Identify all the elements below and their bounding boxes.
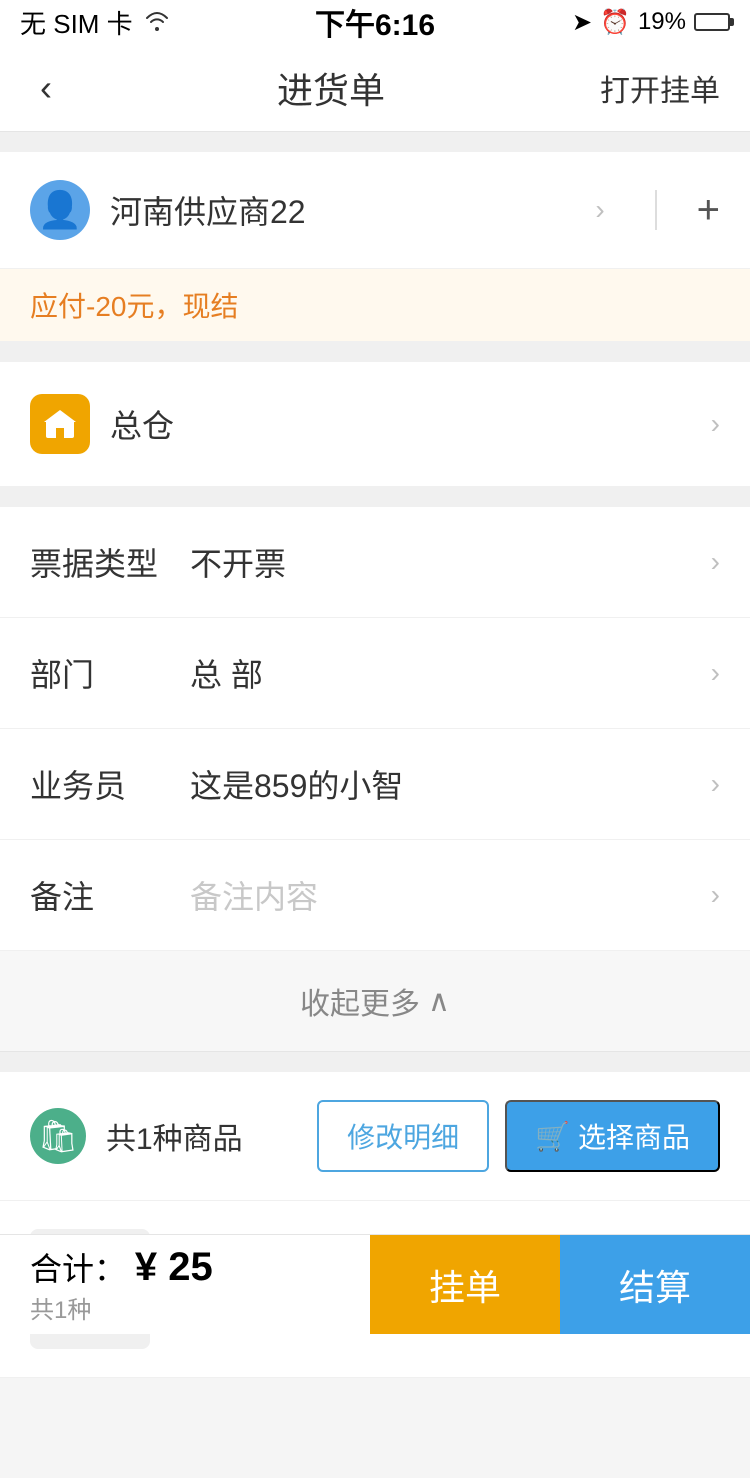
salesperson-value: 这是859的小智: [190, 761, 711, 807]
carrier-label: 无 SIM 卡: [20, 4, 133, 41]
nav-bar: ‹ 进货单 打开挂单: [0, 44, 750, 132]
collapse-row[interactable]: 收起更多 ∧: [0, 951, 750, 1052]
avatar-icon: 👤: [38, 189, 83, 231]
supplier-chevron-icon: ›: [595, 194, 604, 226]
status-bar: 无 SIM 卡 下午6:16 ➤ ⏰ 19%: [0, 0, 750, 44]
notice-bar: 应付-20元，现结: [0, 269, 750, 342]
suspend-label: 挂单: [429, 1259, 501, 1311]
invoice-type-chevron-icon: ›: [711, 546, 720, 578]
warehouse-label: 总仓: [110, 401, 711, 447]
total-label: 合计：: [30, 1251, 126, 1287]
department-label: 部门: [30, 650, 170, 696]
location-icon: ➤: [572, 8, 592, 37]
warehouse-row[interactable]: 总仓 ›: [0, 362, 750, 487]
status-time: 下午6:16: [315, 0, 435, 44]
warehouse-icon-bg: [30, 394, 90, 454]
select-product-icon: 🛒: [535, 1120, 570, 1153]
section-divider-3: [0, 487, 750, 507]
invoice-type-row[interactable]: 票据类型 不开票 ›: [0, 507, 750, 618]
warehouse-chevron-icon: ›: [711, 408, 720, 440]
status-left: 无 SIM 卡: [20, 4, 171, 41]
select-product-button[interactable]: 🛒 选择商品: [505, 1100, 720, 1172]
product-header-icon-bg: 🛍: [30, 1108, 86, 1164]
total-amount: ¥ 25: [135, 1245, 213, 1289]
add-supplier-button[interactable]: +: [697, 188, 720, 233]
supplier-name: 河南供应商22: [110, 187, 595, 233]
salesperson-row[interactable]: 业务员 这是859的小智 ›: [0, 729, 750, 840]
department-value: 总 部: [190, 650, 711, 696]
collapse-up-icon: ∧: [428, 984, 450, 1019]
select-product-label: 选择商品: [578, 1116, 690, 1156]
checkout-button[interactable]: 结算: [560, 1235, 750, 1334]
total-row: 合计： ¥ 25: [30, 1244, 340, 1290]
salesperson-label: 业务员: [30, 761, 170, 807]
remark-placeholder: 备注内容: [190, 872, 711, 918]
warehouse-icon: [42, 406, 78, 442]
invoice-type-label: 票据类型: [30, 539, 170, 585]
status-right: ➤ ⏰ 19%: [572, 8, 730, 37]
bottom-bar: 合计： ¥ 25 共1种 挂单 结算: [0, 1234, 750, 1334]
remark-chevron-icon: ›: [711, 879, 720, 911]
total-count: 共1种: [30, 1290, 340, 1325]
department-row[interactable]: 部门 总 部 ›: [0, 618, 750, 729]
remark-label: 备注: [30, 872, 170, 918]
salesperson-chevron-icon: ›: [711, 768, 720, 800]
battery-icon: [694, 13, 730, 31]
product-header: 🛍 共1种商品 修改明细 🛒 选择商品: [0, 1072, 750, 1201]
alarm-icon: ⏰: [600, 8, 630, 37]
remark-row[interactable]: 备注 备注内容 ›: [0, 840, 750, 951]
wifi-icon: [143, 7, 171, 38]
supplier-section[interactable]: 👤 河南供应商22 › +: [0, 152, 750, 269]
bottom-total: 合计： ¥ 25 共1种: [0, 1244, 370, 1325]
section-divider-4: [0, 1052, 750, 1072]
section-divider-2: [0, 342, 750, 362]
back-button[interactable]: ‹: [30, 57, 62, 119]
warehouse-section: 总仓 ›: [0, 362, 750, 487]
invoice-type-value: 不开票: [190, 539, 711, 585]
page-title: 进货单: [277, 62, 385, 114]
cart-icon: 🛍: [38, 1117, 79, 1155]
section-divider-1: [0, 132, 750, 152]
product-count-label: 共1种商品: [106, 1114, 317, 1158]
collapse-label: 收起更多: [300, 979, 420, 1023]
battery-label: 19%: [638, 8, 686, 36]
modify-detail-button[interactable]: 修改明细: [317, 1100, 489, 1172]
form-section: 票据类型 不开票 › 部门 总 部 › 业务员 这是859的小智 › 备注 备注…: [0, 507, 750, 951]
open-pending-button[interactable]: 打开挂单: [600, 66, 720, 110]
suspend-button[interactable]: 挂单: [370, 1235, 560, 1334]
supplier-divider: [655, 190, 657, 230]
notice-text: 应付-20元，现结: [30, 291, 238, 322]
checkout-label: 结算: [619, 1259, 691, 1311]
supplier-avatar: 👤: [30, 180, 90, 240]
department-chevron-icon: ›: [711, 657, 720, 689]
